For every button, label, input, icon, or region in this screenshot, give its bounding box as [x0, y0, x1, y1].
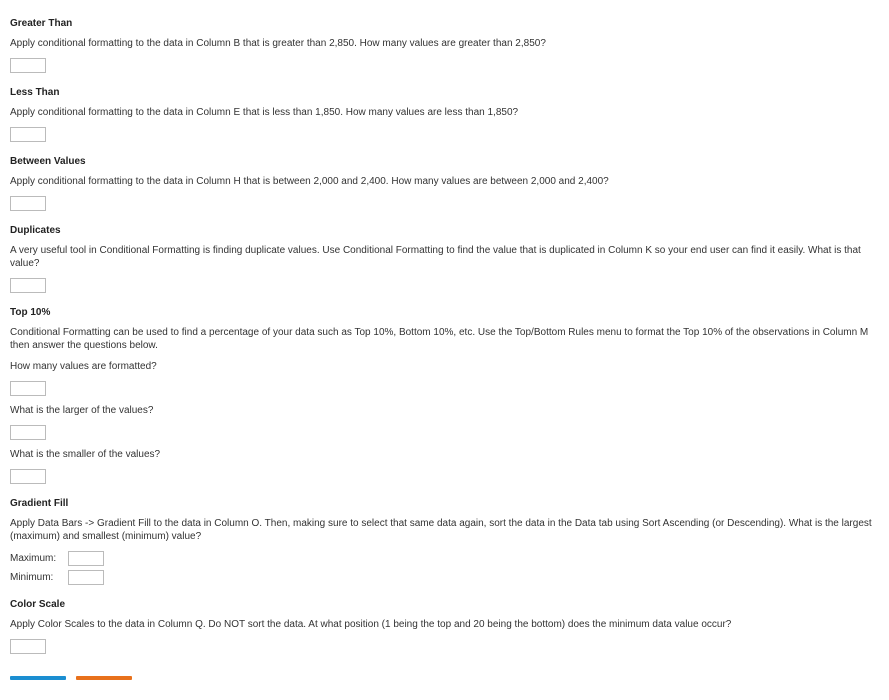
primary-button[interactable]	[10, 676, 66, 680]
input-minimum[interactable]	[68, 570, 104, 585]
heading-top10: Top 10%	[10, 307, 879, 318]
q-top10-larger: What is the larger of the values?	[10, 404, 879, 417]
input-greater-than[interactable]	[10, 58, 46, 73]
heading-duplicates: Duplicates	[10, 225, 879, 236]
heading-between-values: Between Values	[10, 156, 879, 167]
secondary-button[interactable]	[76, 676, 132, 680]
desc-top10: Conditional Formatting can be used to fi…	[10, 326, 879, 352]
label-minimum: Minimum:	[10, 572, 65, 583]
input-top10-smaller[interactable]	[10, 469, 46, 484]
input-color-scale[interactable]	[10, 639, 46, 654]
heading-gradient-fill: Gradient Fill	[10, 498, 879, 509]
input-duplicates[interactable]	[10, 278, 46, 293]
input-top10-count[interactable]	[10, 381, 46, 396]
heading-greater-than: Greater Than	[10, 18, 879, 29]
desc-color-scale: Apply Color Scales to the data in Column…	[10, 618, 879, 631]
desc-gradient-fill: Apply Data Bars -> Gradient Fill to the …	[10, 517, 879, 543]
desc-duplicates: A very useful tool in Conditional Format…	[10, 244, 879, 270]
heading-less-than: Less Than	[10, 87, 879, 98]
desc-greater-than: Apply conditional formatting to the data…	[10, 37, 879, 50]
label-maximum: Maximum:	[10, 553, 65, 564]
desc-between-values: Apply conditional formatting to the data…	[10, 175, 879, 188]
input-less-than[interactable]	[10, 127, 46, 142]
input-top10-larger[interactable]	[10, 425, 46, 440]
heading-color-scale: Color Scale	[10, 599, 879, 610]
input-maximum[interactable]	[68, 551, 104, 566]
q-top10-count: How many values are formatted?	[10, 360, 879, 373]
footer-buttons	[10, 676, 879, 680]
desc-less-than: Apply conditional formatting to the data…	[10, 106, 879, 119]
input-between-values[interactable]	[10, 196, 46, 211]
q-top10-smaller: What is the smaller of the values?	[10, 448, 879, 461]
